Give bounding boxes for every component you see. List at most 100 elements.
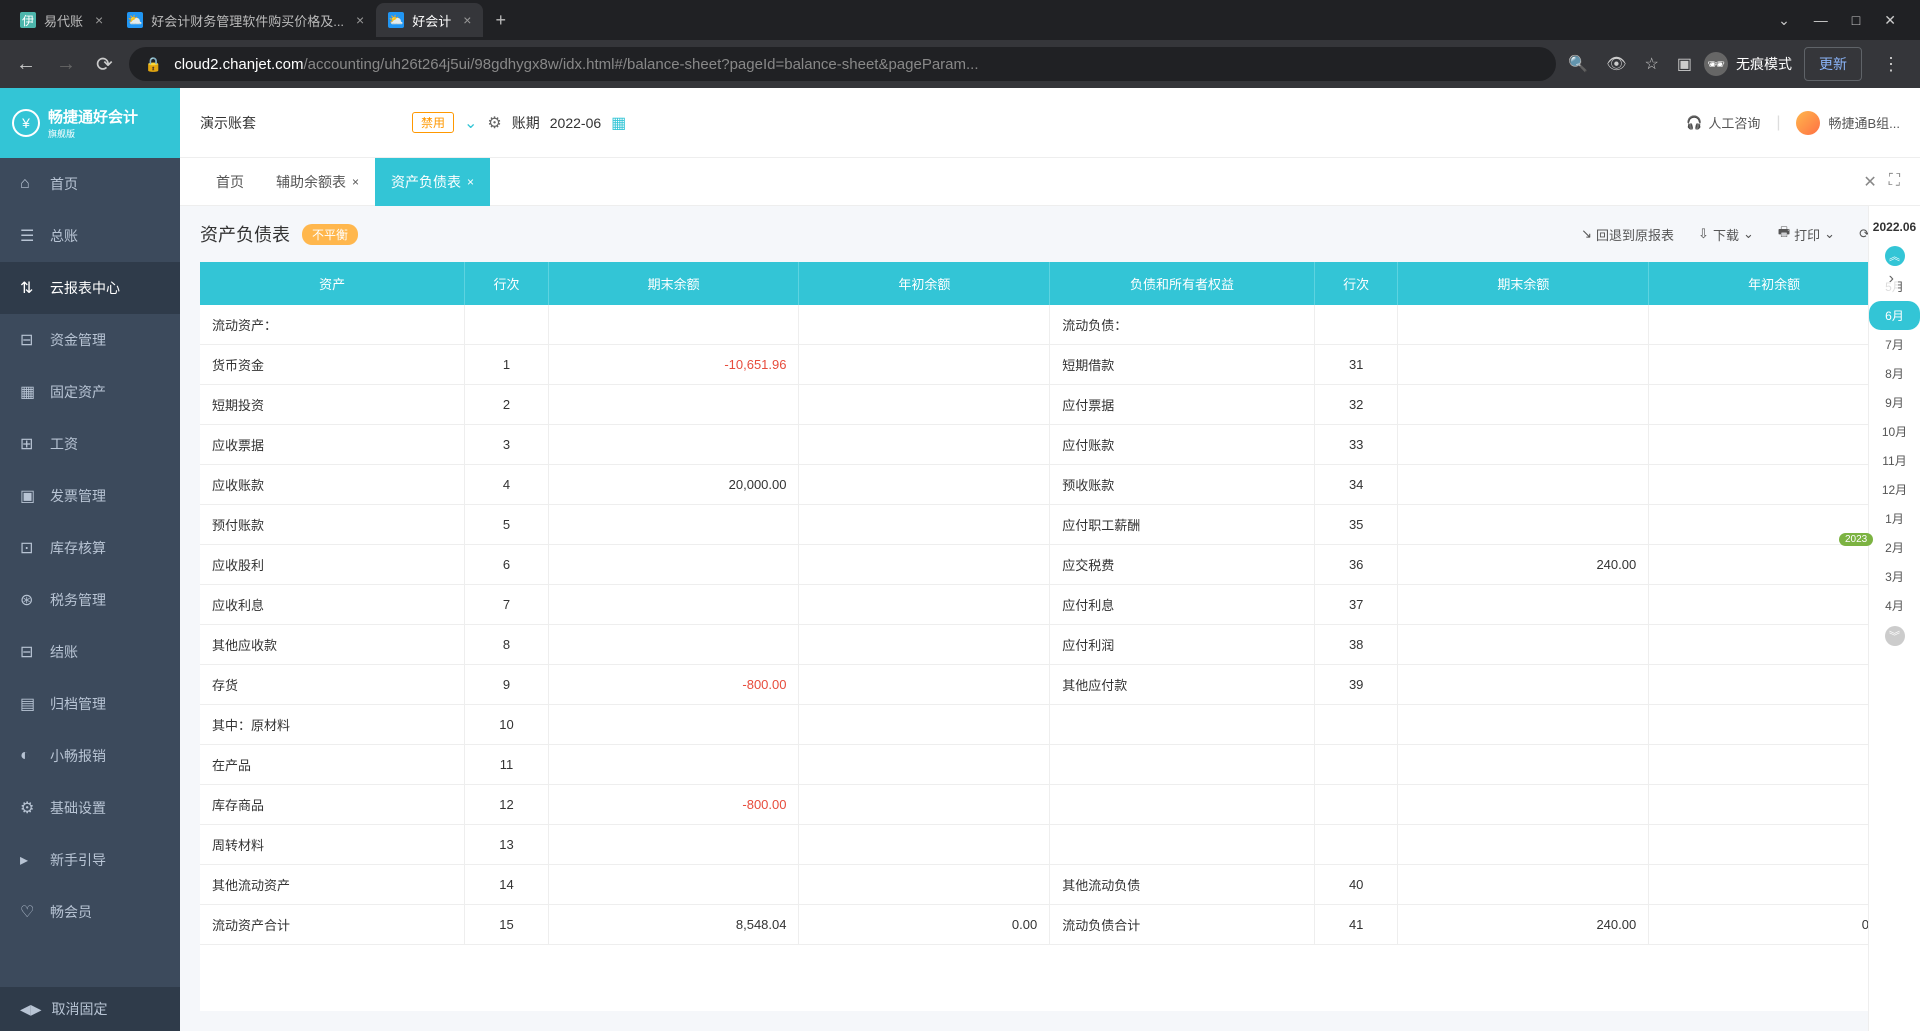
url-bar[interactable]: 🔒 cloud2.chanjet.com/accounting/uh26t264… <box>129 47 1557 81</box>
sidebar-item-label: 库存核算 <box>50 538 106 558</box>
app-tab-2[interactable]: 资产负债表× <box>375 158 490 206</box>
sidebar-item-11[interactable]: ◐小畅报销 <box>0 730 180 782</box>
sidebar-item-0[interactable]: ⌂首页 <box>0 158 180 210</box>
browser-tab[interactable]: ⛅ 好会计财务管理软件购买价格及... × <box>115 3 376 37</box>
sidebar-item-14[interactable]: ♡畅会员 <box>0 886 180 938</box>
table-cell <box>1649 825 1900 865</box>
maximize-icon[interactable]: □ <box>1852 12 1860 29</box>
table-row: 应收股利6应交税费36240.00 <box>200 545 1900 585</box>
table-cell: 41 <box>1314 905 1398 945</box>
tab-close-icon[interactable]: × <box>95 12 103 28</box>
table-cell: 在产品 <box>200 745 465 785</box>
sidebar-item-12[interactable]: ⚙基础设置 <box>0 782 180 834</box>
app-tab-0[interactable]: 首页 <box>200 158 260 206</box>
table-cell <box>799 705 1050 745</box>
user-info[interactable]: 畅捷通B组... <box>1796 111 1900 135</box>
month-down-icon[interactable]: ︾ <box>1885 626 1905 646</box>
month-item[interactable]: 1月 <box>1869 504 1920 533</box>
print-button[interactable]: 🖶打印 ⌄ <box>1778 223 1835 245</box>
sidebar-item-1[interactable]: ☰总账 <box>0 210 180 262</box>
table-cell <box>1398 345 1649 385</box>
table-cell <box>799 465 1050 505</box>
back-button[interactable]: ← <box>12 49 40 80</box>
table-cell: 库存商品 <box>200 785 465 825</box>
app-tab-1[interactable]: 辅助余额表× <box>260 158 375 206</box>
incognito-indicator[interactable]: 🕶 无痕模式 <box>1704 52 1792 76</box>
sidebar-item-3[interactable]: ⊟资金管理 <box>0 314 180 366</box>
extension-icon[interactable]: ▣ <box>1677 54 1692 74</box>
support-link[interactable]: 🎧 人工咨询 <box>1686 113 1760 132</box>
sidebar-item-7[interactable]: ⊡库存核算 <box>0 522 180 574</box>
table-row: 流动资产合计158,548.040.00流动负债合计41240.000.00 <box>200 905 1900 945</box>
table-row: 库存商品12-800.00 <box>200 785 1900 825</box>
logo[interactable]: ¥ 畅捷通好会计 旗舰版 <box>0 88 180 158</box>
scroll-right-icon[interactable]: › <box>1885 266 1898 292</box>
star-icon[interactable]: ☆ <box>1645 54 1659 74</box>
chevron-down-icon[interactable]: ⌄ <box>1778 12 1790 29</box>
reload-button[interactable]: ⟳ <box>92 48 117 81</box>
browser-tab[interactable]: 伊 易代账 × <box>8 3 115 37</box>
rollback-button[interactable]: ↘回退到原报表 <box>1581 223 1674 245</box>
sidebar-item-8[interactable]: ⊛税务管理 <box>0 574 180 626</box>
table-cell: 9 <box>465 665 549 705</box>
close-icon[interactable]: ✕ <box>1884 12 1896 29</box>
sidebar-item-13[interactable]: ▸新手引导 <box>0 834 180 886</box>
month-item[interactable]: 4月 <box>1869 591 1920 620</box>
minimize-icon[interactable]: ― <box>1814 12 1828 29</box>
sidebar-icon: ◐ <box>20 747 38 765</box>
sidebar-item-10[interactable]: ▤归档管理 <box>0 678 180 730</box>
sidebar-item-5[interactable]: ⊞工资 <box>0 418 180 470</box>
eye-off-icon[interactable]: 👁 <box>1606 54 1626 74</box>
tab-close-icon[interactable]: × <box>463 12 471 28</box>
table-cell: 短期借款 <box>1050 345 1315 385</box>
sidebar-item-6[interactable]: ▣发票管理 <box>0 470 180 522</box>
table-cell <box>548 385 799 425</box>
browser-tab-active[interactable]: ⛅ 好会计 × <box>376 3 483 37</box>
tab-close-icon[interactable]: × <box>352 175 359 189</box>
user-name: 畅捷通B组... <box>1828 113 1900 132</box>
table-cell: 应收利息 <box>200 585 465 625</box>
month-item[interactable]: 2月 <box>1869 533 1920 562</box>
sidebar-item-label: 云报表中心 <box>50 278 120 298</box>
calendar-icon[interactable]: ▦ <box>611 113 626 133</box>
table-cell: 32 <box>1314 385 1398 425</box>
sidebar-icon: ☰ <box>20 226 38 246</box>
month-up-icon[interactable]: ︽ <box>1885 246 1905 266</box>
forward-button[interactable]: → <box>52 49 80 80</box>
zoom-icon[interactable]: 🔍 <box>1568 54 1588 74</box>
table-row: 流动资产：流动负债： <box>200 305 1900 345</box>
month-item[interactable]: 3月 <box>1869 562 1920 591</box>
sidebar-item-9[interactable]: ⊟结账 <box>0 626 180 678</box>
download-button[interactable]: ⇩下载 ⌄ <box>1698 223 1754 245</box>
table-row: 预付账款5应付职工薪酬35 <box>200 505 1900 545</box>
new-tab-button[interactable]: + <box>483 10 518 31</box>
update-button[interactable]: 更新 <box>1804 47 1862 81</box>
table-cell <box>799 865 1050 905</box>
month-item[interactable]: 11月 <box>1869 446 1920 475</box>
table-cell <box>799 385 1050 425</box>
tab-close-icon[interactable]: × <box>467 175 474 189</box>
month-item[interactable]: 10月 <box>1869 417 1920 446</box>
month-item[interactable]: 7月 <box>1869 330 1920 359</box>
gear-icon[interactable]: ⚙ <box>487 113 501 133</box>
sidebar-item-2[interactable]: ⇅云报表中心 <box>0 262 180 314</box>
month-item[interactable]: 12月 <box>1869 475 1920 504</box>
dropdown-arrow-icon[interactable]: ⌄ <box>464 113 477 133</box>
sidebar-item-4[interactable]: ▦固定资产 <box>0 366 180 418</box>
kebab-menu-icon[interactable]: ⋮ <box>1874 54 1908 75</box>
window-controls: ⌄ ― □ ✕ <box>1778 12 1912 29</box>
sidebar-pin-toggle[interactable]: ◀▶ 取消固定 <box>0 987 180 1031</box>
table-cell <box>1649 625 1900 665</box>
logo-subtitle: 旗舰版 <box>48 127 138 140</box>
month-item[interactable]: 6月 <box>1869 301 1920 330</box>
table-row: 存货9-800.00其他应付款39 <box>200 665 1900 705</box>
close-all-tabs-icon[interactable]: ✕ <box>1863 172 1876 192</box>
month-item[interactable]: 8月 <box>1869 359 1920 388</box>
tab-close-icon[interactable]: × <box>356 12 364 28</box>
fullscreen-icon[interactable]: ⛶ <box>1889 172 1900 192</box>
tab-title: 好会计财务管理软件购买价格及... <box>151 11 344 30</box>
month-item[interactable]: 9月 <box>1869 388 1920 417</box>
table-cell <box>1649 305 1900 345</box>
disable-badge[interactable]: 禁用 <box>412 112 454 133</box>
table-cell <box>1649 785 1900 825</box>
